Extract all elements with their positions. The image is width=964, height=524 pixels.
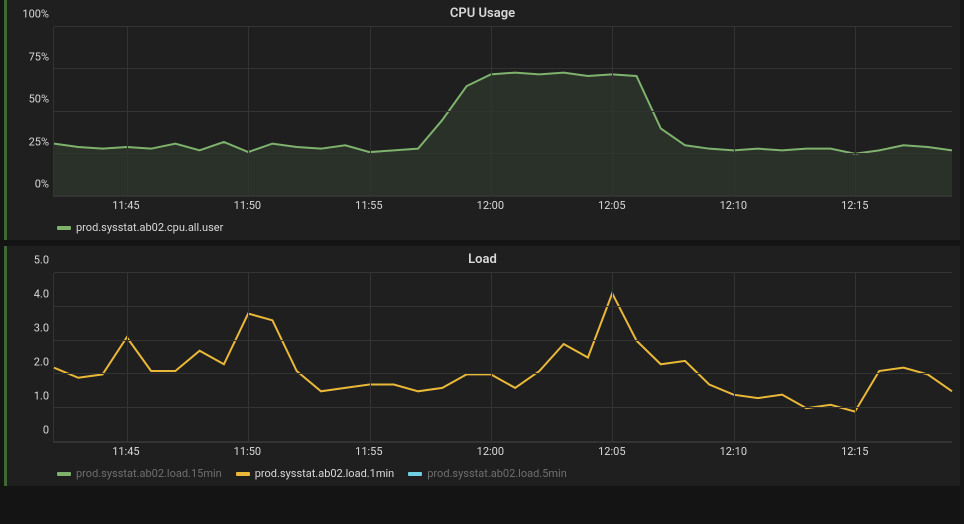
y-tick: 3.0 (34, 322, 49, 335)
gridline (855, 273, 856, 442)
x-tick: 12:15 (841, 445, 868, 458)
gridline (54, 340, 952, 341)
x-tick: 11:45 (112, 199, 139, 212)
panel-load: Load 0 1.0 2.0 3.0 4.0 5.0 11:45 11:50 11:55 12:… (4, 246, 960, 486)
legend-swatch (408, 472, 422, 476)
panel-title: CPU Usage (13, 4, 952, 27)
y-tick: 4.0 (34, 288, 49, 301)
legend-item[interactable]: prod.sysstat.ab02.load.5min (408, 467, 567, 480)
legend-swatch (236, 472, 250, 476)
y-tick: 50% (29, 93, 49, 106)
legend-swatch (57, 226, 71, 230)
gridline (491, 273, 492, 442)
gridline (54, 153, 952, 154)
gridline (734, 27, 735, 196)
gridline (54, 306, 952, 307)
legend-label: prod.sysstat.ab02.load.1min (255, 467, 395, 480)
gridline (54, 272, 952, 273)
y-axis: 0%25%50%75%100% (13, 27, 53, 197)
legend-item[interactable]: prod.sysstat.ab02.load.15min (57, 467, 222, 480)
panel-cpu: CPU Usage 0% 25% 50% 75% 100% 11:45 11:50 11:5… (4, 0, 960, 240)
x-axis: 11:45 11:50 11:55 12:00 12:05 12:10 12:15 (53, 197, 952, 215)
legend-label: prod.sysstat.ab02.load.15min (76, 467, 222, 480)
x-tick: 12:10 (720, 445, 747, 458)
gridline (54, 373, 952, 374)
gridline (370, 273, 371, 442)
x-tick: 12:00 (477, 445, 504, 458)
chart-svg (54, 27, 952, 196)
x-tick: 12:00 (477, 199, 504, 212)
x-tick: 12:15 (841, 199, 868, 212)
plot-area[interactable] (53, 273, 952, 443)
x-tick: 12:05 (598, 199, 625, 212)
plot-area[interactable] (53, 27, 952, 197)
plot-cpu[interactable]: 0%25%50%75%100% (13, 27, 952, 197)
series-fill (54, 73, 952, 196)
legend-label: prod.sysstat.ab02.load.5min (427, 467, 567, 480)
y-tick: 2.0 (34, 356, 49, 369)
gridline (734, 273, 735, 442)
x-tick: 12:10 (720, 199, 747, 212)
x-tick: 11:50 (234, 199, 261, 212)
y-tick: 0% (35, 178, 49, 191)
gridline (491, 27, 492, 196)
gridline (127, 273, 128, 442)
gridline (370, 27, 371, 196)
y-tick: 1.0 (34, 390, 49, 403)
gridline (127, 27, 128, 196)
x-tick: 11:50 (234, 445, 261, 458)
legend: prod.sysstat.ab02.load.15min prod.sysstat… (13, 461, 952, 482)
legend-swatch (57, 472, 71, 476)
gridline (54, 407, 952, 408)
x-tick: 11:55 (355, 199, 382, 212)
gridline (54, 26, 952, 27)
gridline (612, 27, 613, 196)
gridline (54, 441, 952, 442)
x-tick: 11:55 (355, 445, 382, 458)
gridline (54, 111, 952, 112)
gridline (54, 195, 952, 196)
y-tick: 25% (29, 135, 49, 148)
gridline (248, 27, 249, 196)
x-tick: 12:05 (598, 445, 625, 458)
x-tick: 11:45 (112, 445, 139, 458)
gridline (54, 68, 952, 69)
dashboard: CPU Usage 0% 25% 50% 75% 100% 11:45 11:50 11:5… (0, 0, 964, 490)
y-axis: 01.02.03.04.05.0 (13, 273, 53, 443)
plot-load[interactable]: 01.02.03.04.05.0 (13, 273, 952, 443)
legend-label: prod.sysstat.ab02.cpu.all.user (76, 221, 223, 234)
y-tick: 100% (22, 8, 49, 21)
legend: prod.sysstat.ab02.cpu.all.user (13, 215, 952, 236)
x-axis: 11:45 11:50 11:55 12:00 12:05 12:10 12:15 (53, 443, 952, 461)
y-tick: 75% (29, 50, 49, 63)
gridline (248, 273, 249, 442)
gridline (612, 273, 613, 442)
y-tick: 5.0 (34, 254, 49, 267)
legend-item[interactable]: prod.sysstat.ab02.load.1min (236, 467, 395, 480)
panel-title: Load (13, 250, 952, 273)
gridline (855, 27, 856, 196)
legend-item[interactable]: prod.sysstat.ab02.cpu.all.user (57, 221, 223, 234)
chart-svg (54, 273, 952, 442)
series-line (54, 293, 952, 411)
y-tick: 0 (43, 424, 49, 437)
